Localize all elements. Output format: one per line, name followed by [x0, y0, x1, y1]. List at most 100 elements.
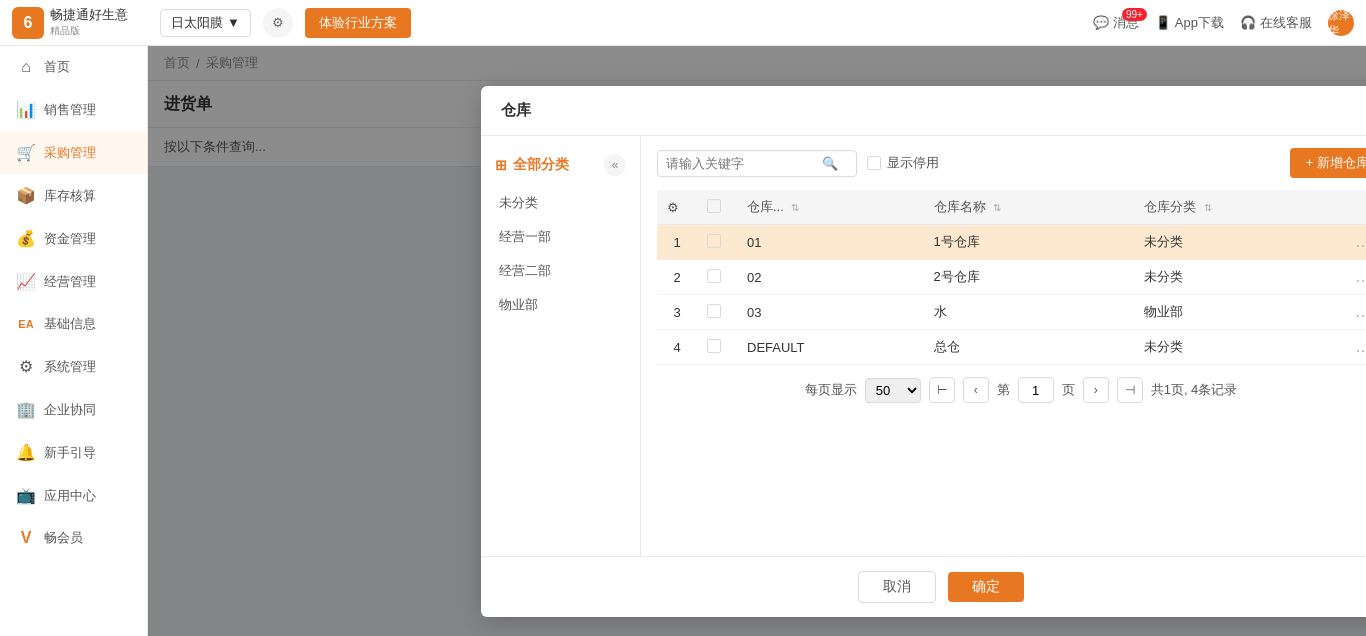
online-service-item[interactable]: 🎧 在线客服	[1240, 14, 1312, 32]
search-input[interactable]	[666, 156, 816, 171]
sort-icon-code: ⇅	[791, 202, 799, 213]
user-profile[interactable]: 徐泽华	[1328, 10, 1354, 36]
trial-button[interactable]: 体验行业方案	[305, 8, 411, 38]
gear-button[interactable]: ⚙	[263, 8, 293, 38]
main-content: 首页 / 采购管理 进货单 🖨 打印 导出 ↻ 刷新 查询 设置	[148, 46, 1366, 636]
row-code: 01	[737, 225, 924, 260]
row-select-checkbox[interactable]	[707, 269, 721, 283]
category-item-dept2[interactable]: 经营二部	[481, 254, 640, 288]
avatar: 徐泽华	[1328, 10, 1354, 36]
show-disabled-option[interactable]: 显示停用	[867, 154, 939, 172]
row-more[interactable]: …	[1345, 260, 1366, 295]
sidebar-item-system[interactable]: ⚙ 系统管理	[0, 345, 147, 388]
more-icon[interactable]: …	[1355, 338, 1366, 355]
col-category: 仓库分类 ⇅	[1134, 190, 1345, 225]
store-select[interactable]: 日太阳膜 ▼	[160, 9, 251, 37]
row-category: 未分类	[1134, 260, 1345, 295]
category-all[interactable]: ⊞ 全部分类	[495, 156, 569, 174]
sidebar-item-basic-info[interactable]: EA 基础信息	[0, 303, 147, 345]
sort-icon-category: ⇅	[1204, 202, 1212, 213]
col-code: 仓库... ⇅	[737, 190, 924, 225]
row-checkbox[interactable]	[697, 225, 737, 260]
row-code: 03	[737, 295, 924, 330]
modal-title: 仓库	[501, 101, 531, 120]
member-icon: V	[16, 529, 36, 547]
row-checkbox[interactable]	[697, 260, 737, 295]
cancel-button[interactable]: 取消	[858, 571, 936, 603]
sidebar-item-operations[interactable]: 📈 经营管理	[0, 260, 147, 303]
category-item-dept1[interactable]: 经营一部	[481, 220, 640, 254]
warehouse-table: ⚙ 仓库... ⇅ 仓库名称	[657, 190, 1366, 365]
modal-header: 仓库 ×	[481, 86, 1366, 136]
finance-icon: 💰	[16, 229, 36, 248]
next-page-button[interactable]: ›	[1083, 377, 1109, 403]
prev-page-button[interactable]: ‹	[963, 377, 989, 403]
last-page-button[interactable]: ⊣	[1117, 377, 1143, 403]
settings-icon: ⚙	[667, 200, 679, 215]
modal-body: ⊞ 全部分类 « 未分类 经营一部 经营二部 物业部	[481, 136, 1366, 556]
col-settings: ⚙	[657, 190, 697, 225]
sidebar-item-member[interactable]: V 畅会员	[0, 517, 147, 559]
table-panel: 🔍 显示停用 + 新增仓库 ⚙	[641, 136, 1366, 556]
row-checkbox[interactable]	[697, 330, 737, 365]
first-page-button[interactable]: ⊢	[929, 377, 955, 403]
row-num: 2	[657, 260, 697, 295]
sidebar-item-finance[interactable]: 💰 资金管理	[0, 217, 147, 260]
confirm-button[interactable]: 确定	[948, 572, 1024, 602]
row-num: 1	[657, 225, 697, 260]
sales-icon: 📊	[16, 100, 36, 119]
category-item-unclassified[interactable]: 未分类	[481, 186, 640, 220]
modal-footer: 取消 确定	[481, 556, 1366, 617]
top-header: 6 畅捷通好生意 精品版 日太阳膜 ▼ ⚙ 体验行业方案 💬 消息 99+ 📱 …	[0, 0, 1366, 46]
col-name: 仓库名称 ⇅	[924, 190, 1135, 225]
messages-badge: 99+	[1122, 8, 1147, 21]
table-row[interactable]: 3 03 水 物业部 …	[657, 295, 1366, 330]
app-center-icon: 📺	[16, 486, 36, 505]
sidebar-item-sales[interactable]: 📊 销售管理	[0, 88, 147, 131]
inventory-icon: 📦	[16, 186, 36, 205]
messages-item[interactable]: 💬 消息 99+	[1093, 14, 1139, 32]
app-download-item[interactable]: 📱 App下载	[1155, 14, 1224, 32]
logo: 6 畅捷通好生意 精品版	[12, 7, 160, 39]
category-item-property[interactable]: 物业部	[481, 288, 640, 322]
sidebar-item-guide[interactable]: 🔔 新手引导	[0, 431, 147, 474]
row-num: 4	[657, 330, 697, 365]
collapse-button[interactable]: «	[604, 154, 626, 176]
page-size-select[interactable]: 50 100	[865, 378, 921, 403]
select-all-checkbox[interactable]	[707, 199, 721, 213]
sidebar-item-purchase[interactable]: 🛒 采购管理	[0, 131, 147, 174]
main-layout: ⌂ 首页 📊 销售管理 🛒 采购管理 📦 库存核算 💰 资金管理 📈 经营管理 …	[0, 46, 1366, 636]
row-code: DEFAULT	[737, 330, 924, 365]
table-row[interactable]: 1 01 1号仓库 未分类 …	[657, 225, 1366, 260]
table-toolbar: 🔍 显示停用 + 新增仓库	[657, 148, 1366, 178]
show-disabled-checkbox[interactable]	[867, 156, 881, 170]
row-more[interactable]: …	[1345, 225, 1366, 260]
table-row[interactable]: 2 02 2号仓库 未分类 …	[657, 260, 1366, 295]
row-more[interactable]: …	[1345, 330, 1366, 365]
row-name: 2号仓库	[924, 260, 1135, 295]
enterprise-icon: 🏢	[16, 400, 36, 419]
header-right: 💬 消息 99+ 📱 App下载 🎧 在线客服 徐泽华	[1093, 10, 1354, 36]
sort-icon-name: ⇅	[993, 202, 1001, 213]
system-icon: ⚙	[16, 357, 36, 376]
row-select-checkbox[interactable]	[707, 304, 721, 318]
sidebar-item-home[interactable]: ⌂ 首页	[0, 46, 147, 88]
more-icon[interactable]: …	[1355, 233, 1366, 250]
sidebar-item-app-center[interactable]: 📺 应用中心	[0, 474, 147, 517]
table-row[interactable]: 4 DEFAULT 总仓 未分类 …	[657, 330, 1366, 365]
more-icon[interactable]: …	[1355, 303, 1366, 320]
search-icon[interactable]: 🔍	[822, 156, 838, 171]
add-warehouse-button[interactable]: + 新增仓库	[1290, 148, 1366, 178]
row-checkbox[interactable]	[697, 295, 737, 330]
sidebar-item-enterprise[interactable]: 🏢 企业协同	[0, 388, 147, 431]
row-code: 02	[737, 260, 924, 295]
row-select-checkbox[interactable]	[707, 339, 721, 353]
row-category: 未分类	[1134, 330, 1345, 365]
row-more[interactable]: …	[1345, 295, 1366, 330]
more-icon[interactable]: …	[1355, 268, 1366, 285]
sidebar-item-inventory[interactable]: 📦 库存核算	[0, 174, 147, 217]
row-select-checkbox[interactable]	[707, 234, 721, 248]
pagination: 每页显示 50 100 ⊢ ‹ 第 页 › ⊣ 共1页, 4条记录	[657, 365, 1366, 407]
col-checkbox	[697, 190, 737, 225]
page-number-input[interactable]	[1018, 377, 1054, 403]
